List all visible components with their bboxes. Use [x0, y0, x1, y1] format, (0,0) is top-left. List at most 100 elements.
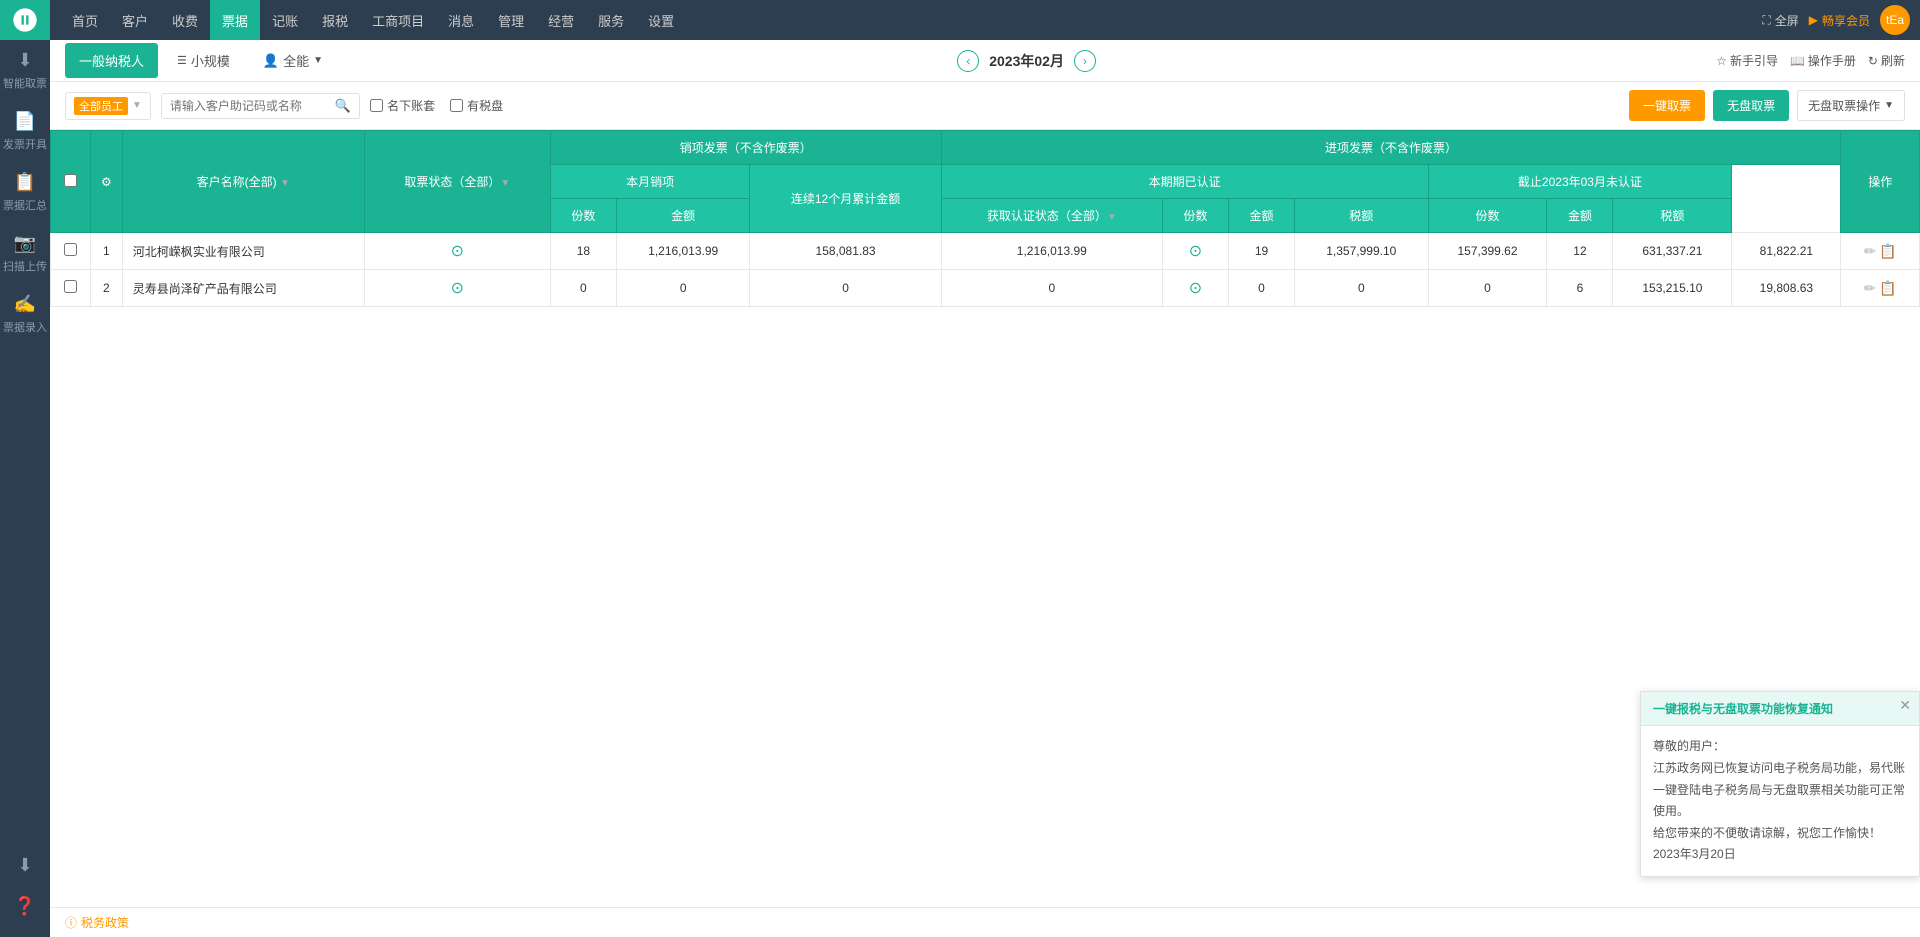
- checkbox-taxdisk[interactable]: 有税盘: [450, 97, 503, 114]
- current-month: 2023年02月: [989, 51, 1064, 71]
- member-btn[interactable]: ▶ 畅享会员: [1809, 12, 1870, 29]
- no-disk-ops-btn[interactable]: 无盘取票操作 ▼: [1797, 90, 1905, 121]
- select-all-checkbox[interactable]: [64, 174, 77, 187]
- nav-business[interactable]: 工商项目: [360, 0, 436, 40]
- dl-icon: ⬇: [17, 855, 32, 876]
- row-status: ⊙: [364, 233, 550, 270]
- row-cert-tax: 0: [1428, 270, 1547, 307]
- nav-manage[interactable]: 管理: [486, 0, 536, 40]
- no-disk-fetch-btn[interactable]: 无盘取票: [1713, 90, 1789, 121]
- scan-icon: 📷: [14, 233, 36, 254]
- cert-check-icon: ⊙: [1189, 243, 1202, 260]
- th-sales-group: 销项发票（不含作废票）: [550, 131, 941, 165]
- sidebar-item-smart-fetch[interactable]: ⬇ 智能取票: [0, 40, 50, 101]
- fullscreen-icon: ⛶: [1762, 13, 1770, 28]
- row-checkbox[interactable]: [51, 233, 91, 270]
- nav-billing[interactable]: 收费: [160, 0, 210, 40]
- tab-all[interactable]: 👤 全能 ▼: [249, 43, 337, 78]
- nav-finance[interactable]: 经营: [536, 0, 586, 40]
- month-nav: ‹ 2023年02月 ›: [342, 50, 1711, 72]
- sidebar-item-invoice-summary[interactable]: 📋 票据汇总: [0, 162, 50, 223]
- cumulative-link[interactable]: 1,216,013.99: [1017, 244, 1087, 258]
- sidebar-label-data-entry: 票据录入: [3, 319, 47, 335]
- nav-service[interactable]: 服务: [586, 0, 636, 40]
- row-uncert-amount: 153,215.10: [1613, 270, 1732, 307]
- one-click-fetch-btn[interactable]: 一键取票: [1629, 90, 1705, 121]
- sidebar-item-data-entry[interactable]: ✍ 票据录入: [0, 284, 50, 345]
- row-sales-amount: 1,216,013.99: [616, 233, 750, 270]
- detail-icon[interactable]: 📋: [1879, 243, 1896, 259]
- employee-dropdown-icon: ▼: [132, 100, 142, 111]
- nav-message[interactable]: 消息: [436, 0, 486, 40]
- customer-filter-icon[interactable]: ▼: [280, 178, 290, 189]
- th-sales-count: 份数: [550, 199, 616, 233]
- edit-icon[interactable]: ✏: [1864, 243, 1876, 259]
- search-icon[interactable]: 🔍: [335, 98, 351, 114]
- nav-invoice[interactable]: 票据: [210, 0, 260, 40]
- sidebar-item-issue-invoice[interactable]: 📄 发票开具: [0, 101, 50, 162]
- th-certified: 本期期已认证: [941, 165, 1428, 199]
- tax-info-icon: ⓘ: [65, 914, 77, 931]
- edit-icon[interactable]: ✏: [1864, 280, 1876, 296]
- nav-home[interactable]: 首页: [60, 0, 110, 40]
- row-sales-count: 0: [550, 270, 616, 307]
- employee-select[interactable]: 全部员工 ▼: [65, 92, 151, 120]
- search-input[interactable]: [170, 99, 330, 113]
- th-purchase-group: 进项发票（不含作废票）: [941, 131, 1841, 165]
- sidebar-item-scan-upload[interactable]: 📷 扫描上传: [0, 223, 50, 284]
- th-fetch-status: 取票状态（全部）▼: [364, 131, 550, 233]
- sidebar-label-smart-fetch: 智能取票: [3, 75, 47, 91]
- invoice-table: ⚙ 客户名称(全部) ▼ 取票状态（全部）▼ 销项发票（不含作废票） 进项发票（…: [50, 130, 1920, 307]
- tab-actions: ☆ 新手引导 📖 操作手册 ↻ 刷新: [1716, 52, 1905, 69]
- tab-bar: 一般纳税人 ☰ 小规模 👤 全能 ▼ ‹ 2023年02月 › ☆ 新手引导 📖…: [50, 40, 1920, 82]
- prev-month-btn[interactable]: ‹: [957, 50, 979, 72]
- detail-icon[interactable]: 📋: [1879, 280, 1896, 296]
- checkbox-account-input[interactable]: [370, 99, 383, 112]
- table-row: 1 河北柯嵘枫实业有限公司 ⊙ 18 1,216,013.99 158,081.…: [51, 233, 1920, 270]
- next-month-btn[interactable]: ›: [1074, 50, 1096, 72]
- checkbox-account[interactable]: 名下账套: [370, 97, 435, 114]
- user-avatar[interactable]: tEa: [1880, 5, 1910, 35]
- tax-policy-bar[interactable]: ⓘ 税务政策: [50, 907, 1920, 937]
- sidebar-item-help[interactable]: ❓: [0, 886, 50, 927]
- nav-settings[interactable]: 设置: [636, 0, 686, 40]
- download-icon: ⬇: [17, 50, 32, 71]
- nav-bookkeeping[interactable]: 记账: [260, 0, 310, 40]
- manual-btn[interactable]: 📖 操作手册: [1790, 52, 1856, 69]
- th-cert-status: 获取认证状态（全部）▼: [941, 199, 1162, 233]
- summary-icon: 📋: [14, 172, 36, 193]
- row-sales-amount: 0: [616, 270, 750, 307]
- tab-small[interactable]: ☰ 小规模: [163, 43, 244, 78]
- table-row: 2 灵寿县尚泽矿产品有限公司 ⊙ 0 0 0 0 ⊙ 0 0 0 6 153,2…: [51, 270, 1920, 307]
- toolbar: 全部员工 ▼ 🔍 名下账套 有税盘 一键取票 无盘取票 无盘取票操作 ▼: [50, 82, 1920, 130]
- status-filter-icon[interactable]: ▼: [500, 178, 510, 189]
- row-customer-name: 河北柯嵘枫实业有限公司: [122, 233, 364, 270]
- tab-general[interactable]: 一般纳税人: [65, 43, 158, 78]
- checkbox-group: 名下账套 有税盘: [370, 97, 503, 114]
- row-status: ⊙: [364, 270, 550, 307]
- nav-tax[interactable]: 报税: [310, 0, 360, 40]
- nav-customer[interactable]: 客户: [110, 0, 160, 40]
- cert-filter-icon[interactable]: ▼: [1107, 212, 1117, 223]
- notification-close-btn[interactable]: ✕: [1899, 697, 1911, 714]
- sidebar-item-download[interactable]: ⬇: [0, 845, 50, 886]
- refresh-btn[interactable]: ↻ 刷新: [1868, 52, 1905, 69]
- guide-btn[interactable]: ☆ 新手引导: [1716, 52, 1778, 69]
- sidebar: ⬇ 智能取票 📄 发票开具 📋 票据汇总 📷 扫描上传 ✍ 票据录入 ⬇ ❓: [0, 0, 50, 937]
- toolbar-right: 一键取票 无盘取票 无盘取票操作 ▼: [1629, 90, 1905, 121]
- top-nav-right: ⛶ 全屏 ▶ 畅享会员 tEa: [1762, 5, 1910, 35]
- row-uncert-count: 6: [1547, 270, 1613, 307]
- row-cert-count: 0: [1228, 270, 1294, 307]
- th-uncertified: 截止2023年03月未认证: [1428, 165, 1732, 199]
- fullscreen-btn[interactable]: ⛶ 全屏: [1762, 12, 1798, 29]
- app-logo[interactable]: [0, 0, 50, 40]
- row-sales-count: 18: [550, 233, 616, 270]
- refresh-icon: ↻: [1868, 54, 1878, 68]
- row-checkbox[interactable]: [51, 270, 91, 307]
- status-check-icon: ⊙: [451, 280, 464, 297]
- th-checkbox: [51, 131, 91, 233]
- entry-icon: ✍: [14, 294, 36, 315]
- checkbox-taxdisk-input[interactable]: [450, 99, 463, 112]
- member-icon: ▶: [1809, 13, 1818, 27]
- guide-icon: ☆: [1716, 54, 1727, 68]
